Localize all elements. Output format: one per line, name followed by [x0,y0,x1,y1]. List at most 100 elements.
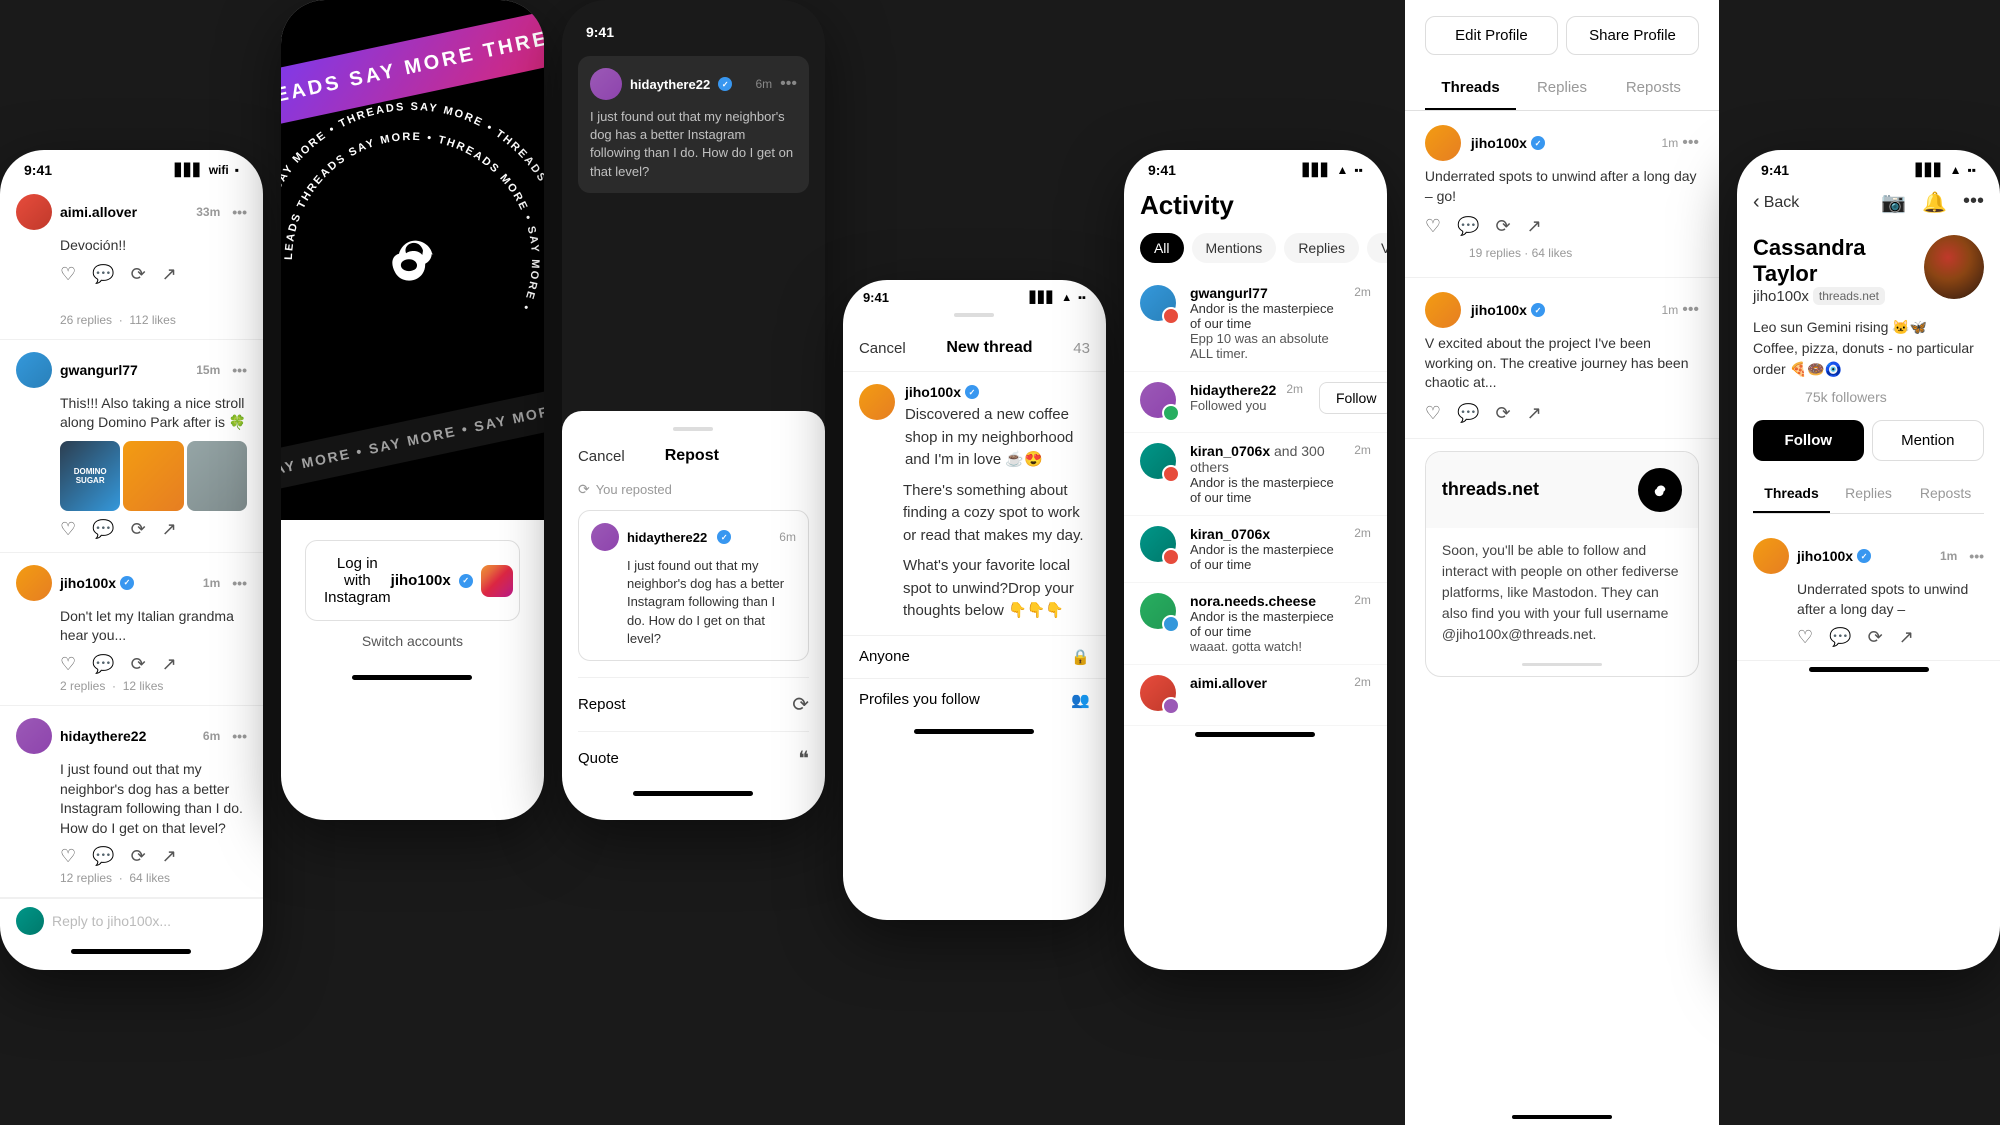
tab-replies[interactable]: Replies [1284,233,1359,263]
verified-icon: ✓ [1531,136,1545,150]
tab-reposts[interactable]: Reposts [1907,475,1984,513]
compose-paragraph1[interactable]: There's something about finding a cozy s… [903,480,1090,548]
comment-button[interactable]: 💬 [92,519,114,540]
feed-screen: 9:41 ▋▋▋ wifi ▪ aimi.allover 33m ••• Dev… [0,150,263,970]
switch-accounts[interactable]: Switch accounts [305,633,520,649]
activity-time: 2m [1354,443,1371,457]
audience-anyone-label: Anyone [859,648,910,665]
more-button[interactable]: ••• [232,362,247,378]
repost-button[interactable]: ⟳ [1868,627,1883,648]
avatar [16,565,52,601]
more-button[interactable]: ••• [1969,548,1984,564]
tab-reposts[interactable]: Reposts [1608,67,1699,110]
like-button[interactable]: ♡ [60,654,76,675]
comment-button[interactable]: 💬 [1829,627,1851,648]
share-profile-button[interactable]: Share Profile [1566,16,1699,55]
battery-icon: ▪▪ [1078,292,1086,304]
activity-item: kiran_0706x Andor is the masterpiece of … [1124,516,1387,583]
phone-activity: 9:41 ▋▋▋ ▲ ▪▪ Activity All Mentions Repl… [1124,150,1387,970]
activity-title: Activity [1124,182,1387,233]
share-button[interactable]: ↗ [162,846,177,867]
tab-threads[interactable]: Threads [1425,67,1516,110]
tab-replies[interactable]: Replies [1516,67,1607,110]
bell-icon[interactable]: 🔔 [1922,190,1947,215]
activity-item: aimi.allover 2m [1124,665,1387,726]
share-button[interactable]: ↗ [162,264,177,285]
activity-username: gwangurl77 [1190,285,1344,301]
more-dots-icon[interactable]: ••• [1963,190,1984,215]
comment-button[interactable]: 💬 [1457,216,1479,237]
share-button[interactable]: ↗ [162,654,177,675]
quote-action-icon: ❝ [798,746,809,771]
more-button[interactable]: ••• [1682,134,1699,152]
repost-preview: hidaythere22 ✓ 6m I just found out that … [578,510,809,661]
tab-verified[interactable]: Verifi... [1367,233,1387,263]
audience-lock-icon: 🔒 [1071,648,1090,666]
battery-icon: ▪▪ [1354,163,1363,177]
tab-all[interactable]: All [1140,233,1184,263]
status-icons: ▋▋▋ wifi ▪ [175,163,239,177]
tab-mentions[interactable]: Mentions [1192,233,1277,263]
cancel-button[interactable]: Cancel [578,448,625,465]
engagement-stats: 2 replies · 12 likes [60,679,247,693]
edit-profile-button[interactable]: Edit Profile [1425,16,1558,55]
repost-button[interactable]: ⟳ [131,846,146,867]
more-button[interactable]: ••• [1682,301,1699,319]
time: 9:41 [1761,162,1789,178]
compose-text[interactable]: Discovered a new coffee shop in my neigh… [905,404,1090,472]
reply-placeholder[interactable]: Reply to jiho100x... [52,913,171,929]
back-button[interactable]: ‹ Back [1753,191,1799,214]
tab-replies[interactable]: Replies [1830,475,1907,513]
post-images: DOMINOSUGAR [60,441,247,511]
more-button[interactable]: ••• [232,575,247,591]
follow-button[interactable]: Follow [1319,382,1387,414]
more-button[interactable]: ••• [232,204,247,220]
follow-button[interactable]: Follow [1753,420,1864,461]
tab-threads[interactable]: Threads [1753,475,1830,513]
logo-background: THREADS SAY MORE • THREADS SAY MORE • TH… [281,0,544,520]
like-button[interactable]: ♡ [60,264,76,285]
repost-button[interactable]: ⟳ [131,654,146,675]
repost-button[interactable]: ⟳ [131,519,146,540]
username: gwangurl77 [60,362,138,378]
liker-avatar [1425,243,1445,263]
more-button[interactable]: ••• [232,728,247,744]
audience-anyone[interactable]: Anyone 🔒 [843,635,1106,678]
repost-button[interactable]: ⟳ [1495,216,1510,237]
repost-button[interactable]: ⟳ [131,264,146,285]
repost-action-icon: ⟳ [792,692,809,717]
comment-button[interactable]: 💬 [92,846,114,867]
like-button[interactable]: ♡ [60,519,76,540]
like-button[interactable]: ♡ [60,846,76,867]
like-button[interactable]: ♡ [1425,216,1441,237]
share-button[interactable]: ↗ [162,519,177,540]
compose-line1: Discovered a new coffee shop in my neigh… [905,406,1073,468]
comment-button[interactable]: 💬 [1457,403,1479,424]
post-avatar [1425,292,1461,328]
audience-profiles[interactable]: Profiles you follow 👥 [843,678,1106,721]
quote-action-label: Quote [578,750,619,767]
verified-icon: ✓ [717,530,731,544]
comment-button[interactable]: 💬 [92,264,114,285]
instagram-icon[interactable]: 📷 [1881,190,1906,215]
compose-paragraph2[interactable]: What's your favorite local spot to unwin… [903,555,1090,623]
like-button[interactable]: ♡ [1425,403,1441,424]
verified-icon: ✓ [1857,549,1871,563]
bio-line1: Leo sun Gemini rising 🐱🦋 [1753,317,1984,338]
repost-button[interactable]: ⟳ [1495,403,1510,424]
share-button[interactable]: ↗ [1899,627,1914,648]
repost-action[interactable]: Repost ⟳ [578,677,809,731]
quote-action[interactable]: Quote ❝ [578,731,809,785]
character-count: 43 [1073,340,1090,357]
cancel-button[interactable]: Cancel [859,340,906,357]
battery-icon: ▪ [235,163,239,177]
post-image [123,441,183,511]
instagram-login-button[interactable]: Log in with Instagram jiho100x ✓ [305,540,520,621]
mention-button[interactable]: Mention [1872,420,1985,461]
like-button[interactable]: ♡ [1797,627,1813,648]
engagement-stats: 26 replies · 112 likes [60,313,247,327]
share-button[interactable]: ↗ [1527,216,1542,237]
comment-button[interactable]: 💬 [92,654,114,675]
share-button[interactable]: ↗ [1527,403,1542,424]
post-time: 15m [196,363,220,377]
